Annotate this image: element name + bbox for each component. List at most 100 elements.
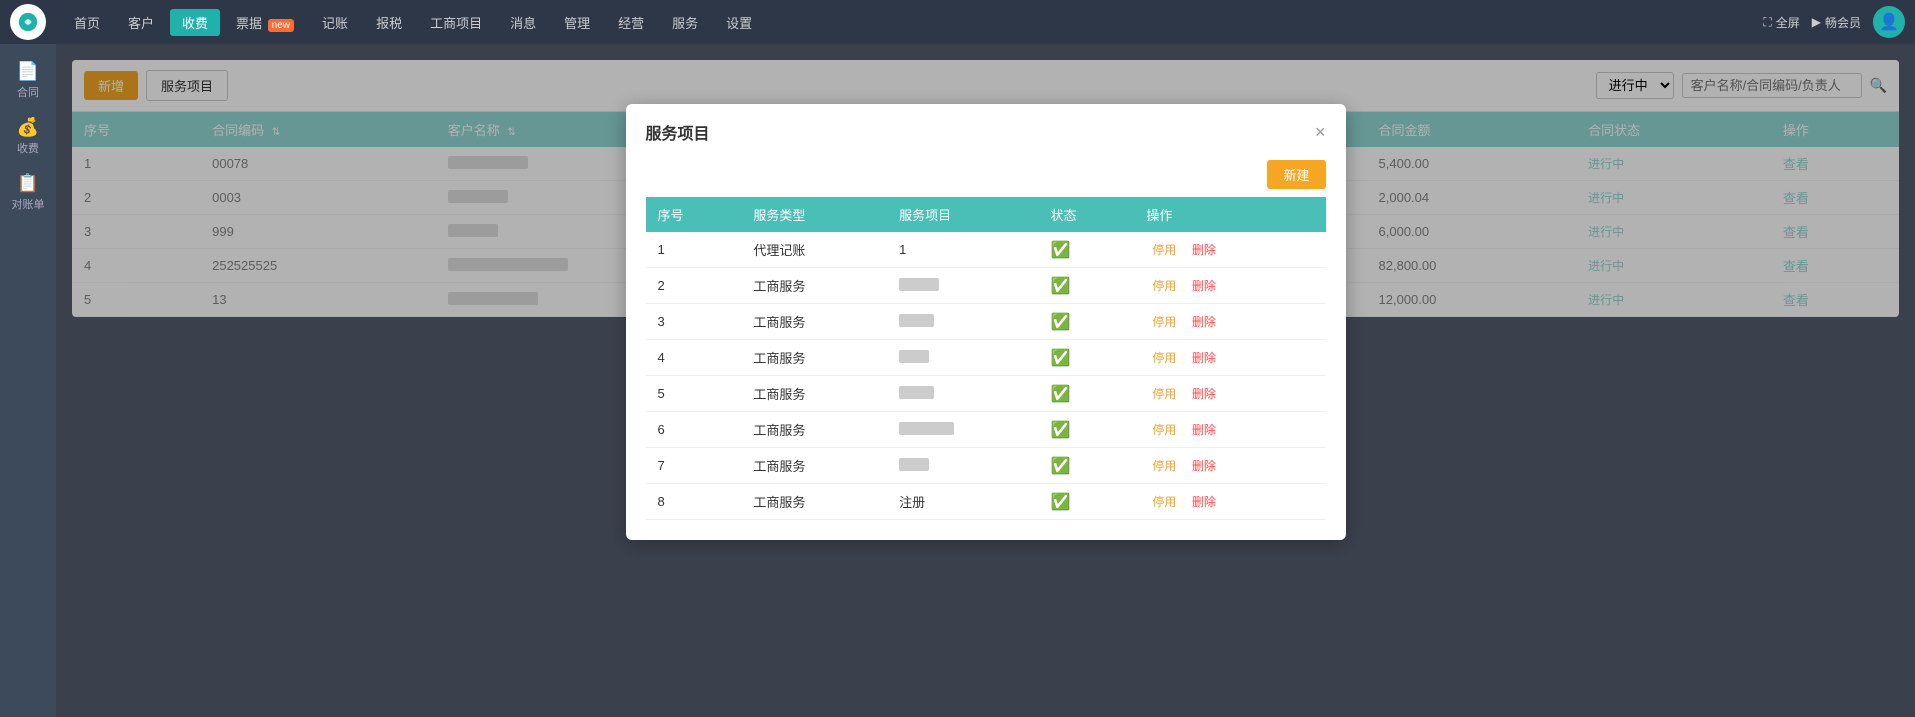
- modal-col-action: 操作: [1134, 197, 1325, 232]
- nav-manage[interactable]: 管理: [552, 9, 602, 36]
- modal-cell-type: 代理记账: [741, 232, 887, 268]
- sidebar-item-statement[interactable]: 📋 对账单: [2, 166, 54, 218]
- app-logo: [10, 4, 46, 40]
- modal-table-row: 6 工商服务 ✅ 停用 删除: [646, 412, 1326, 448]
- modal-cell-status: ✅: [1039, 484, 1135, 520]
- modal-overlay[interactable]: 服务项目 × 新建 序号 服务类型 服务项目 状态: [56, 44, 1915, 717]
- modal-cell-type: 工商服务: [741, 484, 887, 520]
- modal-cell-status: ✅: [1039, 412, 1135, 448]
- modal-cell-status: ✅: [1039, 376, 1135, 412]
- top-navigation: 首页 客户 收费 票据 new 记账 报税 工商项目 消息 管理 经营 服务 设…: [0, 0, 1915, 44]
- modal-table-row: 8 工商服务 注册 ✅ 停用 删除: [646, 484, 1326, 520]
- member-button[interactable]: ▶ 畅会员: [1812, 14, 1861, 31]
- stop-button[interactable]: 停用: [1146, 419, 1182, 440]
- modal-cell-seq: 1: [646, 232, 742, 268]
- statement-icon: 📋: [17, 173, 39, 194]
- modal-cell-status: ✅: [1039, 340, 1135, 376]
- modal-table-row: 5 工商服务 ✅ 停用 删除: [646, 376, 1326, 412]
- stop-button[interactable]: 停用: [1146, 383, 1182, 404]
- nav-settings[interactable]: 设置: [714, 9, 764, 36]
- nav-billing[interactable]: 收费: [170, 9, 220, 36]
- modal-cell-seq: 2: [646, 268, 742, 304]
- modal-body: 序号 服务类型 服务项目 状态 操作 1 代理记账 1 ✅ 停用 删除: [626, 197, 1346, 540]
- modal-cell-action: 停用 删除: [1134, 448, 1325, 484]
- modal-title: 服务项目: [646, 120, 710, 144]
- delete-button[interactable]: 删除: [1186, 419, 1222, 440]
- modal-cell-type: 工商服务: [741, 340, 887, 376]
- modal-col-item: 服务项目: [887, 197, 1038, 232]
- modal-cell-type: 工商服务: [741, 304, 887, 340]
- nav-message[interactable]: 消息: [498, 9, 548, 36]
- delete-button[interactable]: 删除: [1186, 239, 1222, 260]
- nav-operations[interactable]: 经营: [606, 9, 656, 36]
- modal-cell-type: 工商服务: [741, 412, 887, 448]
- modal-cell-action: 停用 删除: [1134, 412, 1325, 448]
- modal-toolbar: 新建: [626, 152, 1346, 197]
- modal-cell-action: 停用 删除: [1134, 484, 1325, 520]
- modal-cell-item: [887, 412, 1038, 448]
- nav-invoice[interactable]: 票据 new: [224, 9, 306, 36]
- nav-home[interactable]: 首页: [62, 9, 112, 36]
- delete-button[interactable]: 删除: [1186, 275, 1222, 296]
- stop-button[interactable]: 停用: [1146, 455, 1182, 476]
- modal-cell-item: 注册: [887, 484, 1038, 520]
- nav-tax[interactable]: 报税: [364, 9, 414, 36]
- delete-button[interactable]: 删除: [1186, 455, 1222, 476]
- nav-bookkeeping[interactable]: 记账: [310, 9, 360, 36]
- modal-cell-action: 停用 删除: [1134, 376, 1325, 412]
- sidebar-item-contract[interactable]: 📄 合同: [2, 54, 54, 106]
- modal-table-row: 4 工商服务 ✅ 停用 删除: [646, 340, 1326, 376]
- modal-cell-status: ✅: [1039, 268, 1135, 304]
- modal-cell-type: 工商服务: [741, 268, 887, 304]
- modal-cell-seq: 5: [646, 376, 742, 412]
- nav-items: 首页 客户 收费 票据 new 记账 报税 工商项目 消息 管理 经营 服务 设…: [62, 9, 1763, 36]
- delete-button[interactable]: 删除: [1186, 491, 1222, 512]
- modal-table-row: 3 工商服务 ✅ 停用 删除: [646, 304, 1326, 340]
- modal-cell-item: [887, 376, 1038, 412]
- modal-header: 服务项目 ×: [626, 104, 1346, 152]
- stop-button[interactable]: 停用: [1146, 311, 1182, 332]
- stop-button[interactable]: 停用: [1146, 239, 1182, 260]
- sidebar: 📄 合同 💰 收费 📋 对账单: [0, 44, 56, 717]
- new-badge: new: [268, 19, 294, 32]
- modal-cell-seq: 7: [646, 448, 742, 484]
- contract-icon: 📄: [17, 61, 39, 82]
- fullscreen-icon: ⛶: [1763, 15, 1771, 30]
- fullscreen-button[interactable]: ⛶ 全屏: [1763, 14, 1799, 31]
- delete-button[interactable]: 删除: [1186, 311, 1222, 332]
- sidebar-item-billing[interactable]: 💰 收费: [2, 110, 54, 162]
- modal-cell-item: [887, 448, 1038, 484]
- modal-cell-item: [887, 340, 1038, 376]
- user-avatar[interactable]: 👤: [1873, 6, 1905, 38]
- main-layout: 📄 合同 💰 收费 📋 对账单 新增 服务项目 进行中 已完成 已取: [0, 44, 1915, 717]
- billing-icon: 💰: [17, 117, 39, 138]
- nav-business[interactable]: 工商项目: [418, 9, 494, 36]
- modal-cell-type: 工商服务: [741, 448, 887, 484]
- modal-cell-item: 1: [887, 232, 1038, 268]
- nav-service[interactable]: 服务: [660, 9, 710, 36]
- modal-cell-seq: 8: [646, 484, 742, 520]
- modal-cell-item: [887, 304, 1038, 340]
- service-item-modal: 服务项目 × 新建 序号 服务类型 服务项目 状态: [626, 104, 1346, 540]
- stop-button[interactable]: 停用: [1146, 347, 1182, 368]
- stop-button[interactable]: 停用: [1146, 275, 1182, 296]
- avatar-icon: 👤: [1879, 12, 1899, 32]
- nav-client[interactable]: 客户: [116, 9, 166, 36]
- modal-new-button[interactable]: 新建: [1267, 160, 1325, 189]
- modal-cell-seq: 4: [646, 340, 742, 376]
- modal-cell-action: 停用 删除: [1134, 232, 1325, 268]
- main-content: 新增 服务项目 进行中 已完成 已取消 🔍: [56, 44, 1915, 717]
- stop-button[interactable]: 停用: [1146, 491, 1182, 512]
- modal-cell-action: 停用 删除: [1134, 340, 1325, 376]
- modal-cell-type: 工商服务: [741, 376, 887, 412]
- modal-table-row: 7 工商服务 ✅ 停用 删除: [646, 448, 1326, 484]
- modal-close-button[interactable]: ×: [1315, 122, 1326, 143]
- modal-col-type: 服务类型: [741, 197, 887, 232]
- modal-cell-status: ✅: [1039, 448, 1135, 484]
- delete-button[interactable]: 删除: [1186, 383, 1222, 404]
- modal-col-seq: 序号: [646, 197, 742, 232]
- modal-table-row: 2 工商服务 ✅ 停用 删除: [646, 268, 1326, 304]
- modal-cell-seq: 3: [646, 304, 742, 340]
- delete-button[interactable]: 删除: [1186, 347, 1222, 368]
- member-icon: ▶: [1812, 15, 1821, 29]
